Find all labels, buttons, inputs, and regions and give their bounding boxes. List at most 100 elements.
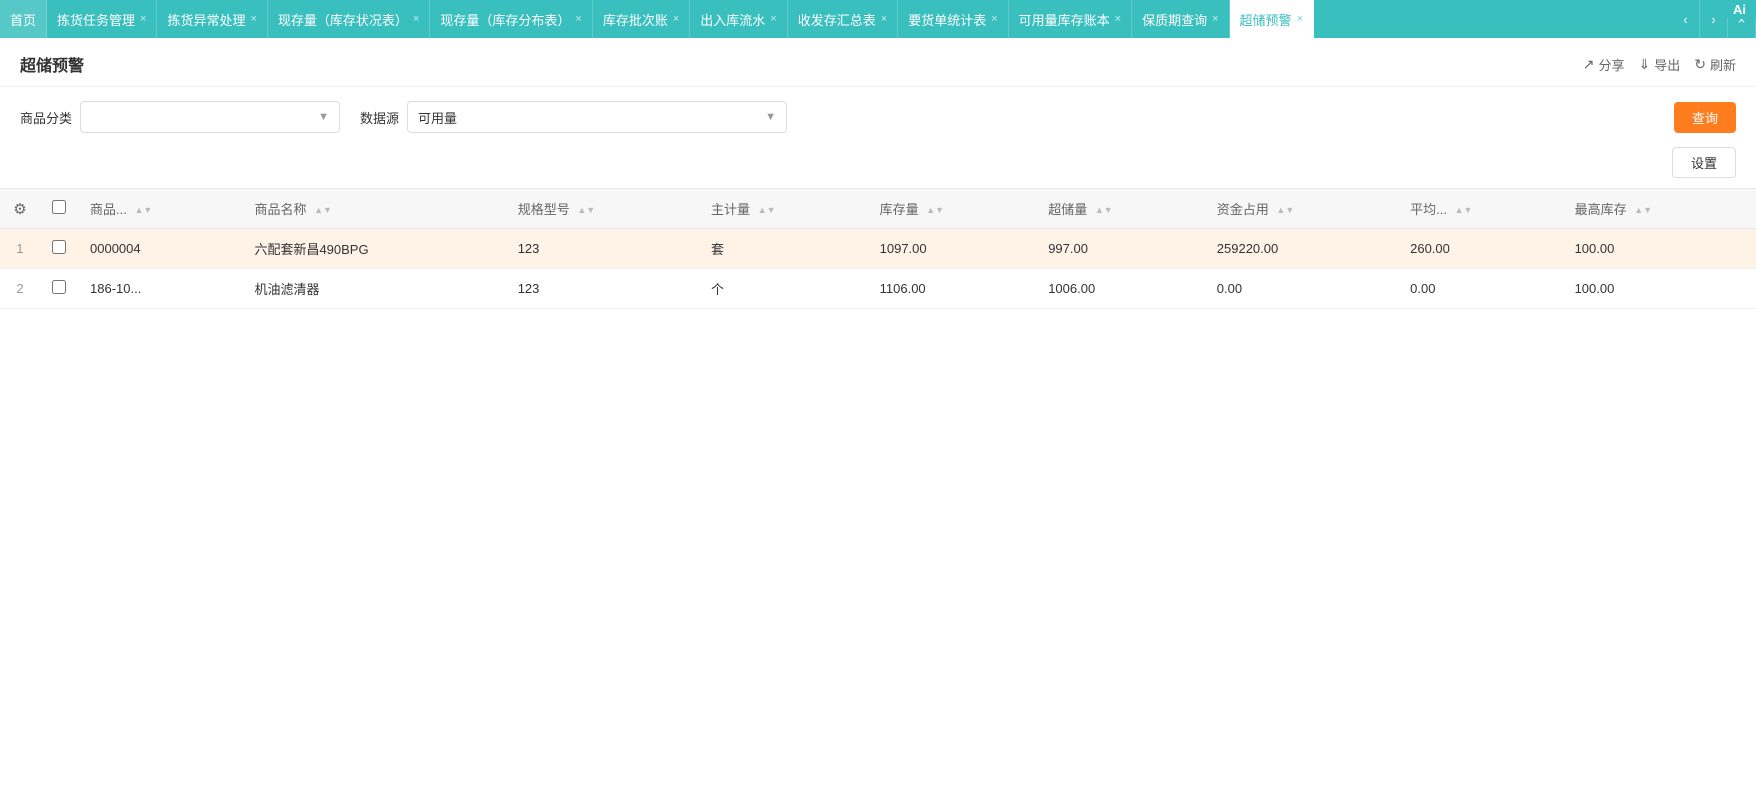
col-over-label: 超储量 [1048,202,1087,217]
category-filter: 商品分类 ▼ [20,101,340,133]
nav-item-overstock[interactable]: 超储预警× [1230,0,1314,38]
row-max-0: 100.00 [1563,229,1756,269]
col-capital-header[interactable]: 资金占用 ▲▼ [1205,189,1398,229]
col-capital-label: 资金占用 [1217,202,1269,217]
datasource-filter: 数据源 可用量 ▼ [360,101,787,133]
col-stock-sort-icon: ▲▼ [926,206,944,215]
col-unit-header[interactable]: 主计量 ▲▼ [699,189,868,229]
setting-button[interactable]: 设置 [1672,147,1736,178]
nav-close-stock-status[interactable]: × [413,13,419,25]
nav-close-inout[interactable]: × [770,13,776,25]
nav-item-batch[interactable]: 库存批次账× [593,0,690,38]
nav-item-available[interactable]: 可用量库存账本× [1009,0,1132,38]
nav-item-summary[interactable]: 收发存汇总表× [788,0,898,38]
nav-item-quality[interactable]: 保质期查询× [1132,0,1229,38]
setting-row: 设置 [0,147,1756,188]
row-name-1: 机油滤清器 [242,269,505,309]
row-stock-0: 1097.00 [868,229,1037,269]
category-select[interactable]: ▼ [80,101,340,133]
nav-bar: 首页拣货任务管理×拣货异常处理×现存量（库存状况表）×现存量（库存分布表）×库存… [0,0,1756,38]
row-max-1: 100.00 [1563,269,1756,309]
nav-item-home[interactable]: 首页 [0,0,47,38]
row-checkbox-cell-0 [40,229,78,269]
nav-close-task[interactable]: × [140,13,146,25]
nav-close-exception[interactable]: × [250,13,256,25]
col-spec-header[interactable]: 规格型号 ▲▼ [506,189,699,229]
nav-close-overstock[interactable]: × [1297,13,1303,25]
row-code-0: 0000004 [78,229,242,269]
nav-item-stock-dist[interactable]: 现存量（库存分布表）× [430,0,592,38]
row-capital-0: 259220.00 [1205,229,1398,269]
col-name-header[interactable]: 商品名称 ▲▼ [242,189,505,229]
row-avg-1: 0.00 [1398,269,1562,309]
page-title: 超储预警 [20,52,84,76]
col-unit-label: 主计量 [711,202,750,217]
nav-item-exception[interactable]: 拣货异常处理× [157,0,267,38]
export-icon: ⇓ [1639,56,1651,73]
col-name-label: 商品名称 [254,202,306,217]
col-name-sort-icon: ▲▼ [314,206,332,215]
main-content: 超储预警 ↗ 分享 ⇓ 导出 ↻ 刷新 商品分类 ▼ 数据源 [0,38,1756,800]
datasource-label: 数据源 [360,108,399,127]
row-avg-0: 260.00 [1398,229,1562,269]
row-unit-1: 个 [699,269,868,309]
nav-close-batch[interactable]: × [673,13,679,25]
col-code-label: 商品... [90,202,127,217]
filter-bar: 商品分类 ▼ 数据源 可用量 ▼ 查询 [0,87,1756,147]
nav-item-inout[interactable]: 出入库流水× [690,0,787,38]
nav-close-available[interactable]: × [1115,13,1121,25]
nav-close-quality[interactable]: × [1212,13,1218,25]
share-button[interactable]: ↗ 分享 [1583,55,1625,74]
col-avg-header[interactable]: 平均... ▲▼ [1398,189,1562,229]
table-header-row: ⚙ 商品... ▲▼ 商品名称 ▲▼ 规格型号 ▲▼ [0,189,1756,229]
row-checkbox-1[interactable] [52,280,66,294]
row-over-0: 997.00 [1036,229,1205,269]
nav-close-summary[interactable]: × [881,13,887,25]
nav-close-orders[interactable]: × [991,13,997,25]
nav-item-stock-status[interactable]: 现存量（库存状况表）× [268,0,430,38]
refresh-label: 刷新 [1710,55,1736,74]
row-over-1: 1006.00 [1036,269,1205,309]
column-settings-icon[interactable]: ⚙ [13,201,26,218]
col-stock-label: 库存量 [880,202,919,217]
nav-item-orders[interactable]: 要货单统计表× [898,0,1008,38]
table-row: 2 186-10... 机油滤清器 123 个 1106.00 1006.00 … [0,269,1756,309]
row-capital-1: 0.00 [1205,269,1398,309]
data-table: ⚙ 商品... ▲▼ 商品名称 ▲▼ 规格型号 ▲▼ [0,188,1756,309]
query-button[interactable]: 查询 [1674,102,1736,133]
page-header: 超储预警 ↗ 分享 ⇓ 导出 ↻ 刷新 [0,38,1756,87]
nav-close-stock-dist[interactable]: × [575,13,581,25]
select-all-checkbox[interactable] [52,200,66,214]
col-over-header[interactable]: 超储量 ▲▼ [1036,189,1205,229]
filter-actions: 查询 [1674,102,1736,133]
col-max-header[interactable]: 最高库存 ▲▼ [1563,189,1756,229]
row-unit-0: 套 [699,229,868,269]
ai-badge[interactable]: Ai [1723,0,1756,19]
col-max-label: 最高库存 [1575,202,1627,217]
datasource-value: 可用量 [418,108,457,127]
share-label: 分享 [1598,55,1624,74]
table-wrapper: ⚙ 商品... ▲▼ 商品名称 ▲▼ 规格型号 ▲▼ [0,188,1756,309]
refresh-button[interactable]: ↻ 刷新 [1694,55,1736,74]
col-capital-sort-icon: ▲▼ [1276,206,1294,215]
nav-left-arrow[interactable]: ‹ [1672,0,1700,38]
col-over-sort-icon: ▲▼ [1095,206,1113,215]
col-avg-label: 平均... [1410,202,1447,217]
export-button[interactable]: ⇓ 导出 [1639,55,1681,74]
col-stock-header[interactable]: 库存量 ▲▼ [868,189,1037,229]
share-icon: ↗ [1583,56,1595,73]
row-checkbox-0[interactable] [52,240,66,254]
col-checkbox-header [40,189,78,229]
refresh-icon: ↻ [1694,56,1706,73]
row-spec-0: 123 [506,229,699,269]
col-spec-sort-icon: ▲▼ [577,206,595,215]
col-code-header[interactable]: 商品... ▲▼ [78,189,242,229]
row-index-1: 2 [0,269,40,309]
nav-item-task[interactable]: 拣货任务管理× [47,0,157,38]
datasource-arrow-icon: ▼ [765,111,776,123]
col-code-sort-icon: ▲▼ [134,206,152,215]
datasource-select[interactable]: 可用量 ▼ [407,101,787,133]
col-max-sort-icon: ▲▼ [1634,206,1652,215]
row-code-1: 186-10... [78,269,242,309]
category-arrow-icon: ▼ [318,111,329,123]
